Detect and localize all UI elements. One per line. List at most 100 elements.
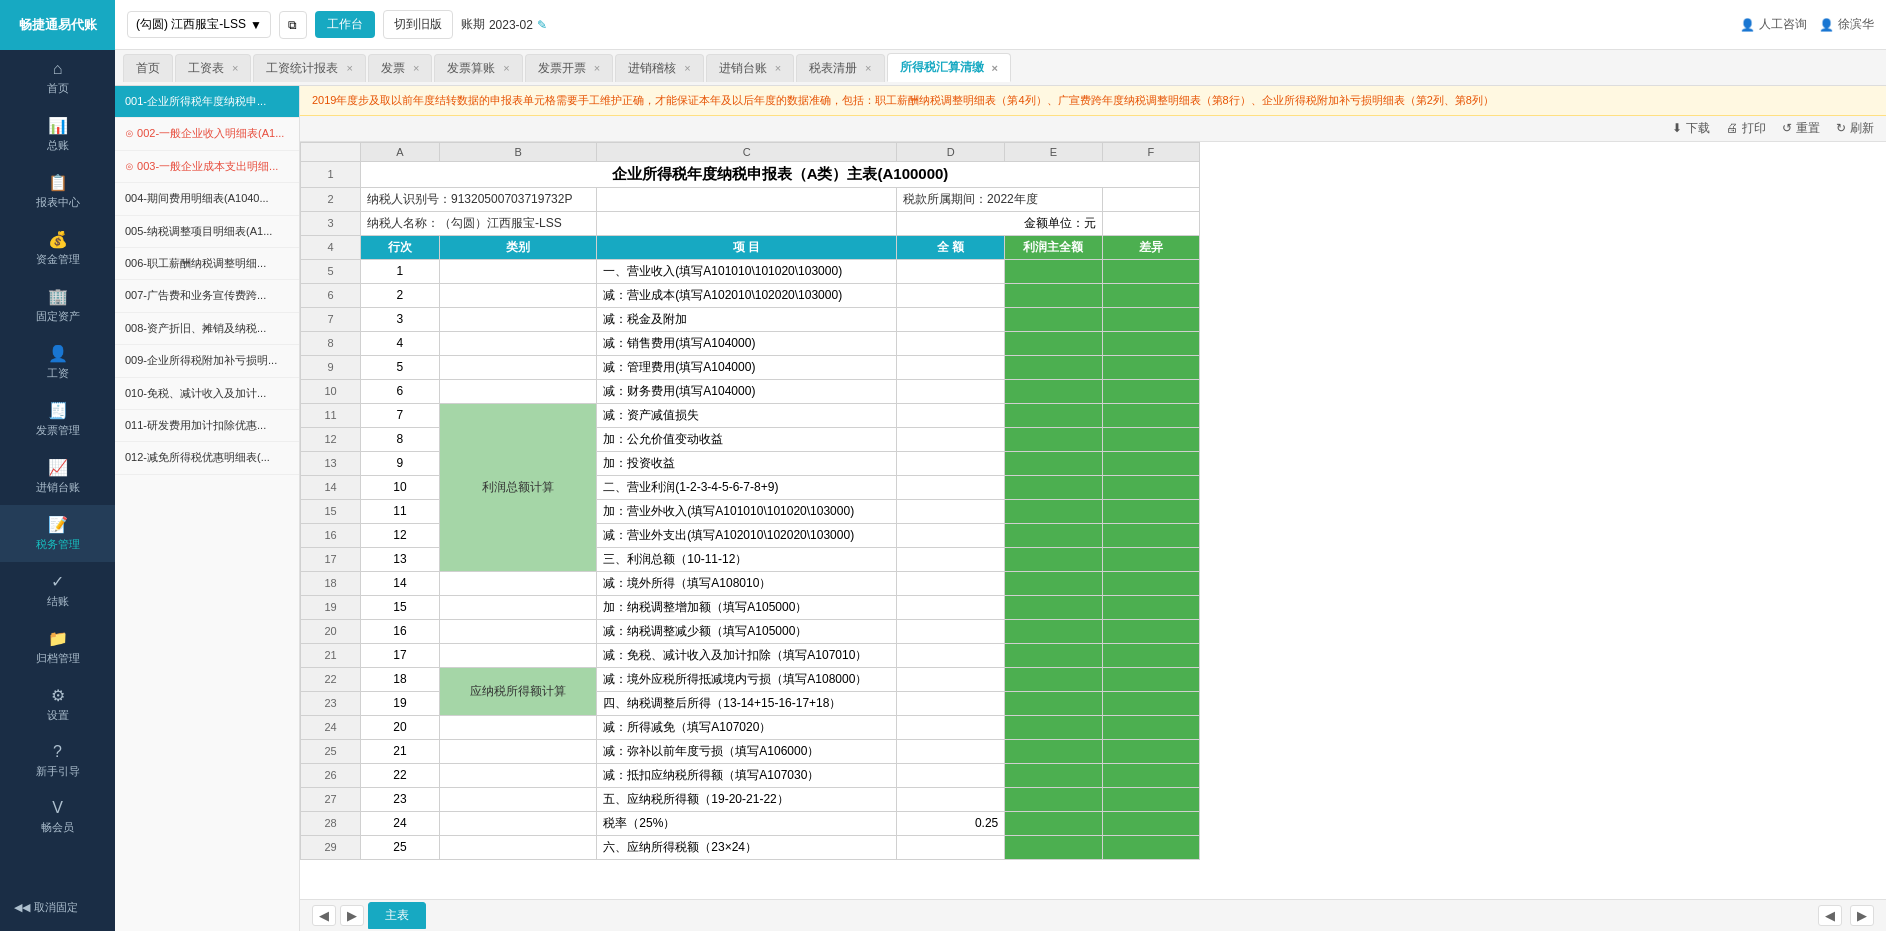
tab-发票开票[interactable]: 发票开票× [525, 54, 613, 82]
sidebar-item-asset[interactable]: 🏢固定资产 [0, 277, 115, 334]
amount-17[interactable] [897, 643, 1005, 667]
item-5[interactable]: 减：管理费用(填写A104000) [597, 355, 897, 379]
tab-工资统计报表[interactable]: 工资统计报表× [253, 54, 365, 82]
form-list-item-007[interactable]: 007-广告费和业务宣传费跨... [115, 280, 299, 312]
item-11[interactable]: 加：营业外收入(填写A101010\101020\103000) [597, 499, 897, 523]
diff-14[interactable] [1102, 571, 1199, 595]
item-4[interactable]: 减：销售费用(填写A104000) [597, 331, 897, 355]
profit-3[interactable] [1005, 307, 1102, 331]
tab-close-icon[interactable]: × [232, 62, 238, 74]
sidebar-item-invoice[interactable]: 🧾发票管理 [0, 391, 115, 448]
diff-21[interactable] [1102, 739, 1199, 763]
next-sheet-btn[interactable]: ▶ [340, 905, 364, 926]
amount-7[interactable] [897, 403, 1005, 427]
edit-period-icon[interactable]: ✎ [537, 18, 547, 32]
form-list-item-001[interactable]: 001-企业所得税年度纳税申... [115, 86, 299, 118]
tab-所得税汇算清缴[interactable]: 所得税汇算清缴× [887, 53, 1011, 82]
prev-sheet-btn[interactable]: ◀ [312, 905, 336, 926]
item-3[interactable]: 减：税金及附加 [597, 307, 897, 331]
company-selector[interactable]: (勾圆) 江西服宝-LSS ▼ [127, 11, 271, 38]
amount-19[interactable] [897, 691, 1005, 715]
diff-13[interactable] [1102, 547, 1199, 571]
item-10[interactable]: 二、营业利润(1-2-3-4-5-6-7-8+9) [597, 475, 897, 499]
tab-close-icon[interactable]: × [775, 62, 781, 74]
item-6[interactable]: 减：财务费用(填写A104000) [597, 379, 897, 403]
diff-22[interactable] [1102, 763, 1199, 787]
diff-23[interactable] [1102, 787, 1199, 811]
profit-1[interactable] [1005, 259, 1102, 283]
diff-16[interactable] [1102, 619, 1199, 643]
item-21[interactable]: 减：弥补以前年度亏损（填写A106000） [597, 739, 897, 763]
profit-5[interactable] [1005, 355, 1102, 379]
amount-14[interactable] [897, 571, 1005, 595]
item-20[interactable]: 减：所得减免（填写A107020） [597, 715, 897, 739]
amount-16[interactable] [897, 619, 1005, 643]
amount-3[interactable] [897, 307, 1005, 331]
amount-5[interactable] [897, 355, 1005, 379]
diff-7[interactable] [1102, 403, 1199, 427]
tab-发票[interactable]: 发票× [368, 54, 432, 82]
profit-24[interactable] [1005, 811, 1102, 835]
amount-20[interactable] [897, 715, 1005, 739]
diff-12[interactable] [1102, 523, 1199, 547]
profit-2[interactable] [1005, 283, 1102, 307]
sidebar-item-sales[interactable]: 📈进销台账 [0, 448, 115, 505]
profit-14[interactable] [1005, 571, 1102, 595]
sidebar-item-guide[interactable]: ?新手引导 [0, 733, 115, 789]
amount-21[interactable] [897, 739, 1005, 763]
scroll-left-btn[interactable]: ◀ [1818, 905, 1842, 926]
diff-15[interactable] [1102, 595, 1199, 619]
amount-2[interactable] [897, 283, 1005, 307]
profit-13[interactable] [1005, 547, 1102, 571]
tab-close-icon[interactable]: × [346, 62, 352, 74]
amount-4[interactable] [897, 331, 1005, 355]
item-17[interactable]: 减：免税、减计收入及加计扣除（填写A107010） [597, 643, 897, 667]
sidebar-item-member[interactable]: V畅会员 [0, 789, 115, 845]
diff-8[interactable] [1102, 427, 1199, 451]
diff-19[interactable] [1102, 691, 1199, 715]
spreadsheet-wrapper[interactable]: A B C D E F 1 企业所得税年度纳税申报表（A类）主表(A100000… [300, 142, 1886, 900]
workbench-button[interactable]: 工作台 [315, 11, 375, 38]
amount-10[interactable] [897, 475, 1005, 499]
sidebar-item-payroll[interactable]: 👤工资 [0, 334, 115, 391]
amount-24[interactable]: 0.25 [897, 811, 1005, 835]
tab-close-icon[interactable]: × [992, 62, 998, 74]
profit-18[interactable] [1005, 667, 1102, 691]
profit-21[interactable] [1005, 739, 1102, 763]
diff-24[interactable] [1102, 811, 1199, 835]
form-list-item-005[interactable]: 005-纳税调整项目明细表(A1... [115, 216, 299, 248]
profit-11[interactable] [1005, 499, 1102, 523]
amount-9[interactable] [897, 451, 1005, 475]
profit-7[interactable] [1005, 403, 1102, 427]
sidebar-item-fund[interactable]: 💰资金管理 [0, 220, 115, 277]
profit-25[interactable] [1005, 835, 1102, 859]
item-18[interactable]: 减：境外应税所得抵减境内亏损（填写A108000） [597, 667, 897, 691]
form-list-item-003[interactable]: ⊙ 003-一般企业成本支出明细... [115, 151, 299, 183]
item-9[interactable]: 加：投资收益 [597, 451, 897, 475]
diff-20[interactable] [1102, 715, 1199, 739]
item-25[interactable]: 六、应纳所得税额（23×24） [597, 835, 897, 859]
diff-6[interactable] [1102, 379, 1199, 403]
item-8[interactable]: 加：公允价值变动收益 [597, 427, 897, 451]
item-19[interactable]: 四、纳税调整后所得（13-14+15-16-17+18） [597, 691, 897, 715]
profit-17[interactable] [1005, 643, 1102, 667]
sidebar-item-settle[interactable]: ✓结账 [0, 562, 115, 619]
item-23[interactable]: 五、应纳税所得额（19-20-21-22） [597, 787, 897, 811]
form-list-item-011[interactable]: 011-研发费用加计扣除优惠... [115, 410, 299, 442]
tab-close-icon[interactable]: × [413, 62, 419, 74]
item-12[interactable]: 减：营业外支出(填写A102010\102020\103000) [597, 523, 897, 547]
item-13[interactable]: 三、利润总额（10-11-12） [597, 547, 897, 571]
profit-23[interactable] [1005, 787, 1102, 811]
copy-btn[interactable]: ⧉ [279, 11, 307, 39]
item-7[interactable]: 减：资产减值损失 [597, 403, 897, 427]
amount-8[interactable] [897, 427, 1005, 451]
profit-19[interactable] [1005, 691, 1102, 715]
sidebar-item-home[interactable]: ⌂首页 [0, 50, 115, 106]
diff-1[interactable] [1102, 259, 1199, 283]
diff-3[interactable] [1102, 307, 1199, 331]
sidebar-item-tax[interactable]: 📝税务管理 [0, 505, 115, 562]
amount-13[interactable] [897, 547, 1005, 571]
scroll-right-btn[interactable]: ▶ [1850, 905, 1874, 926]
diff-18[interactable] [1102, 667, 1199, 691]
item-14[interactable]: 减：境外所得（填写A108010） [597, 571, 897, 595]
